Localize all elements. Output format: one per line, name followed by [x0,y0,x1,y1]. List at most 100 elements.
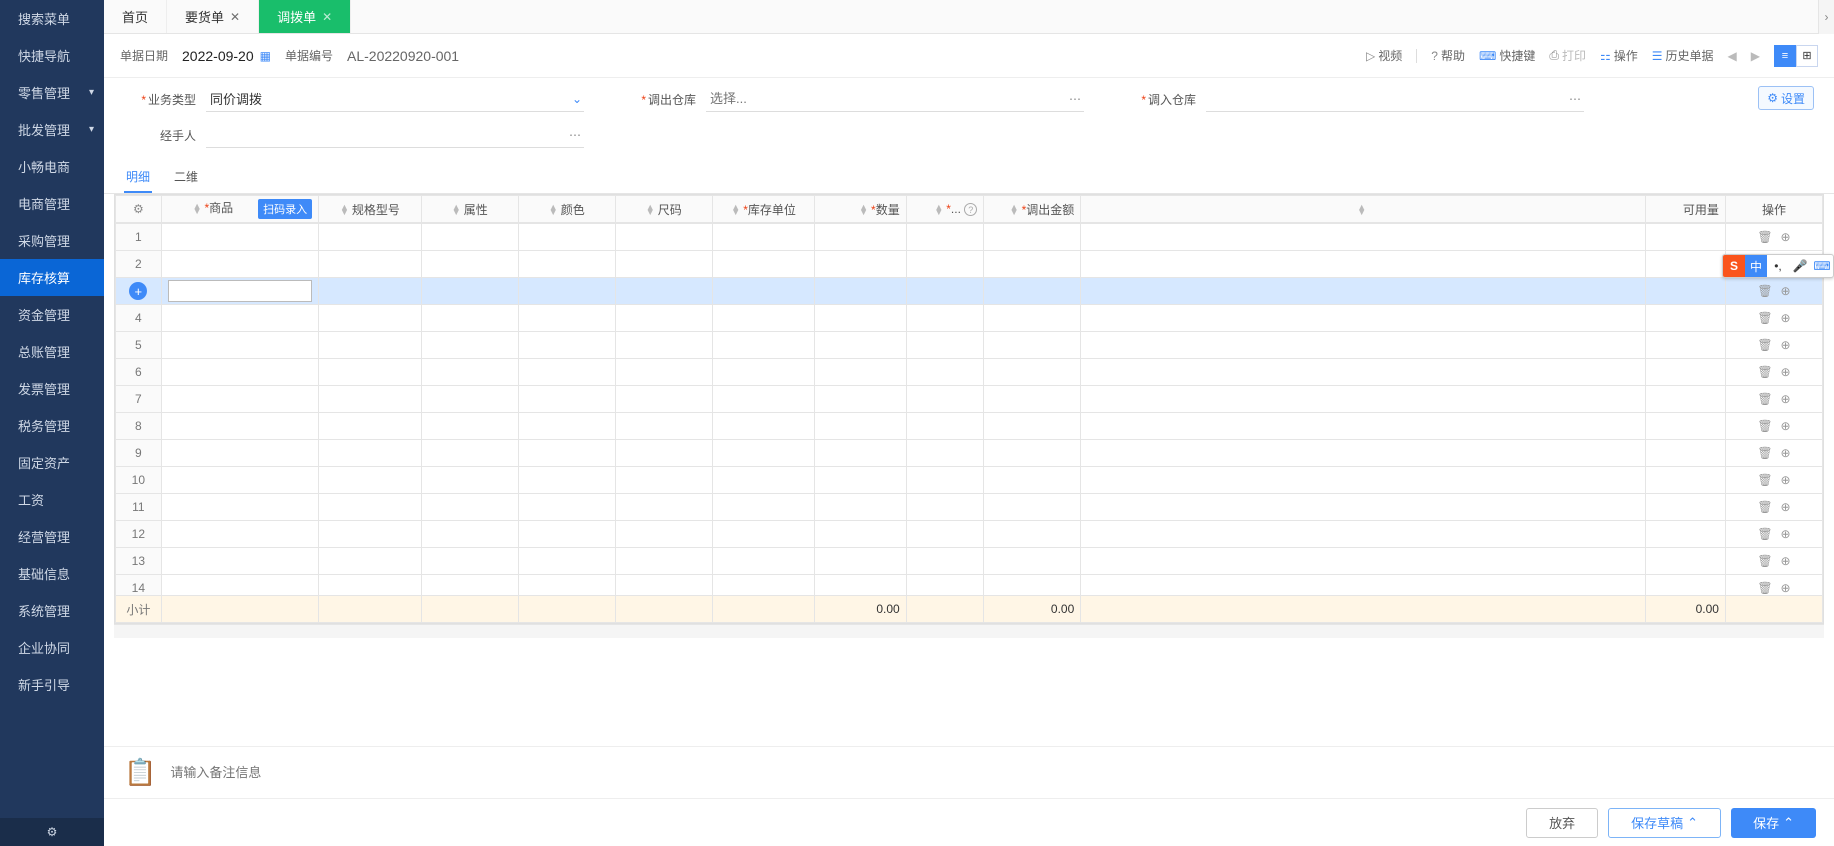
ime-mic-icon[interactable]: 🎤 [1789,255,1811,277]
table-row[interactable]: 14🗑⊕ [116,575,1823,596]
sidebar-item[interactable]: 库存核算 [0,259,104,296]
tab[interactable]: 要货单✕ [167,0,259,33]
sidebar-item[interactable]: 总账管理 [0,333,104,370]
delete-row-icon[interactable]: 🗑 [1757,311,1772,325]
operate-link[interactable]: ⚏操作 [1600,47,1638,64]
sidebar-item[interactable]: 企业协同 [0,629,104,666]
delete-row-icon[interactable]: 🗑 [1757,392,1772,406]
more-icon[interactable]: ⋯ [1069,92,1082,106]
sidebar-item[interactable]: 零售管理▾ [0,74,104,111]
sidebar-item[interactable]: 资金管理 [0,296,104,333]
table-row[interactable]: 13🗑⊕ [116,548,1823,575]
in-warehouse-input[interactable] [1206,86,1584,112]
add-row-icon[interactable]: ⊕ [1781,392,1791,406]
out-warehouse-field[interactable]: *调出仓库 ⋯ [624,86,1084,112]
ime-toolbar[interactable]: S 中 •, 🎤 ⌨ [1722,254,1834,278]
sidebar-item[interactable]: 批发管理▾ [0,111,104,148]
delete-row-icon[interactable]: 🗑 [1757,446,1772,460]
chevron-down-icon[interactable]: ⌄ [572,92,582,106]
save-draft-button[interactable]: 保存草稿⌃ [1608,808,1721,838]
settings-button[interactable]: ⚙设置 [1758,86,1814,110]
calendar-icon[interactable]: ▦ [260,49,271,63]
tab-detail[interactable]: 明细 [124,162,152,193]
sidebar-item[interactable]: 小畅电商 [0,148,104,185]
tab-matrix[interactable]: 二维 [172,162,200,193]
table-row[interactable]: 4🗑⊕ [116,305,1823,332]
nav-prev-icon[interactable]: ◀ [1728,49,1737,63]
more-icon[interactable]: ⋯ [1569,92,1582,106]
scan-button[interactable]: 扫码录入 [258,199,312,219]
sidebar-item[interactable]: 快捷导航 [0,37,104,74]
sidebar-item[interactable]: 系统管理 [0,592,104,629]
delete-row-icon[interactable]: 🗑 [1757,581,1772,595]
biz-type-input[interactable] [206,86,584,112]
in-warehouse-field[interactable]: *调入仓库 ⋯ [1124,86,1584,112]
table-row[interactable]: 11🗑⊕ [116,494,1823,521]
delete-row-icon[interactable]: 🗑 [1757,230,1772,244]
sidebar-item[interactable]: 税务管理 [0,407,104,444]
add-row-icon[interactable]: ⊕ [1781,311,1791,325]
ime-keyboard-icon[interactable]: ⌨ [1811,255,1833,277]
table-row[interactable]: 9🗑⊕ [116,440,1823,467]
sidebar-item[interactable]: 搜索菜单 [0,0,104,37]
product-cell-input[interactable] [168,280,312,302]
discard-button[interactable]: 放弃 [1526,808,1598,838]
view-list-button[interactable]: ≡ [1774,45,1796,67]
shortcut-link[interactable]: ⌨快捷键 [1479,47,1535,64]
nav-next-icon[interactable]: ▶ [1751,49,1760,63]
close-icon[interactable]: ✕ [230,10,240,24]
add-row-icon[interactable]: ⊕ [1781,419,1791,433]
handler-field[interactable]: 经手人 ⋯ [124,122,584,148]
add-row-icon[interactable]: ⊕ [1781,527,1791,541]
table-row[interactable]: 5🗑⊕ [116,332,1823,359]
sidebar-settings[interactable]: ⚙ [0,818,104,846]
sidebar-item[interactable]: 采购管理 [0,222,104,259]
sidebar-item[interactable]: 固定资产 [0,444,104,481]
more-icon[interactable]: ⋯ [569,128,582,142]
handler-input[interactable] [206,122,584,148]
ime-punct-icon[interactable]: •, [1767,255,1789,277]
biz-type-field[interactable]: *业务类型 ⌄ [124,86,584,112]
doc-date-value[interactable]: 2022-09-20 [182,48,254,64]
sidebar-item[interactable]: 新手引导 [0,666,104,703]
add-row-icon[interactable]: ⊕ [1781,365,1791,379]
delete-row-icon[interactable]: 🗑 [1757,365,1772,379]
sidebar-item[interactable]: 电商管理 [0,185,104,222]
add-row-icon[interactable]: ⊕ [1781,581,1791,595]
add-row-icon[interactable]: ⊕ [1781,446,1791,460]
table-row[interactable]: 2🗑⊕ [116,251,1823,278]
add-row-icon[interactable]: ⊕ [1781,473,1791,487]
tab[interactable]: 调拨单✕ [259,0,351,33]
table-row[interactable]: 10🗑⊕ [116,467,1823,494]
table-row[interactable]: 7🗑⊕ [116,386,1823,413]
sidebar-item[interactable]: 经营管理 [0,518,104,555]
horizontal-scrollbar[interactable] [114,624,1824,638]
ime-lang[interactable]: 中 [1745,255,1767,277]
add-row-button[interactable]: + [129,282,147,300]
tab[interactable]: 首页 [104,0,167,33]
sidebar-item[interactable]: 发票管理 [0,370,104,407]
add-row-icon[interactable]: ⊕ [1781,500,1791,514]
delete-row-icon[interactable]: 🗑 [1757,500,1772,514]
table-row[interactable]: 12🗑⊕ [116,521,1823,548]
delete-row-icon[interactable]: 🗑 [1757,284,1772,298]
delete-row-icon[interactable]: 🗑 [1757,419,1772,433]
add-row-icon[interactable]: ⊕ [1781,554,1791,568]
delete-row-icon[interactable]: 🗑 [1757,473,1772,487]
video-link[interactable]: ▷视频 [1366,47,1402,64]
close-icon[interactable]: ✕ [322,10,332,24]
table-row[interactable]: 6🗑⊕ [116,359,1823,386]
info-icon[interactable]: ? [964,203,977,216]
delete-row-icon[interactable]: 🗑 [1757,338,1772,352]
tabs-scroll-right[interactable]: › [1818,0,1834,34]
add-row-icon[interactable]: ⊕ [1781,338,1791,352]
sidebar-item[interactable]: 工资 [0,481,104,518]
table-row[interactable]: 1🗑⊕ [116,224,1823,251]
out-warehouse-input[interactable] [706,86,1084,112]
note-input[interactable] [170,760,1814,786]
delete-row-icon[interactable]: 🗑 [1757,527,1772,541]
save-button[interactable]: 保存⌃ [1731,808,1816,838]
sidebar-item[interactable]: 基础信息 [0,555,104,592]
help-link[interactable]: ?帮助 [1431,47,1465,64]
view-grid-button[interactable]: ⊞ [1796,45,1818,67]
